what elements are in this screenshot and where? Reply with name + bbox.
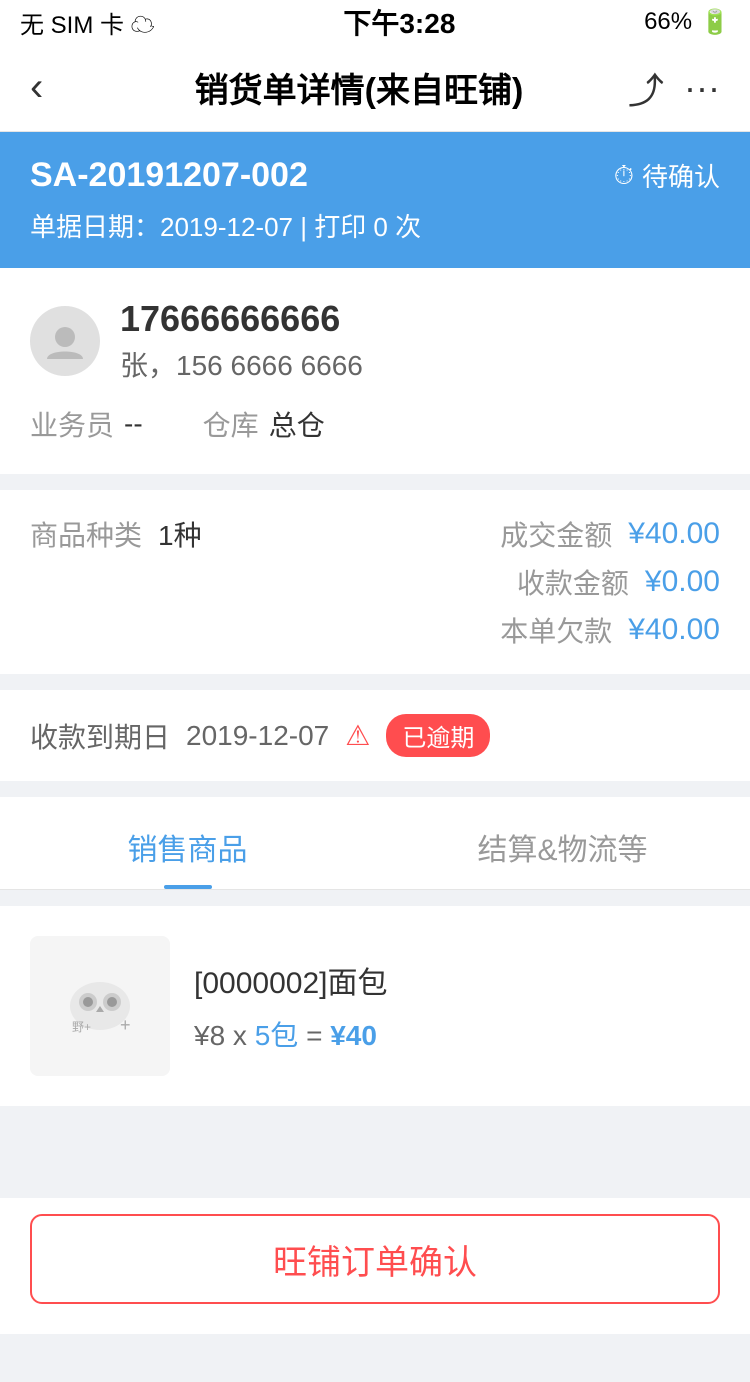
bottom-button-area: 旺铺订单确认 xyxy=(0,1198,750,1334)
sim-signal: 无 SIM 卡 ☁ xyxy=(20,5,155,40)
received-value: ¥0.00 xyxy=(645,565,720,599)
status-bar: 无 SIM 卡 ☁ 下午3:28 66% 🔋 xyxy=(0,0,750,44)
order-status: ⏱ 待确认 xyxy=(614,157,720,194)
order-id: SA-20191207-002 xyxy=(30,156,308,195)
goods-type-value: 1种 xyxy=(158,514,202,554)
warehouse-label: 仓库 xyxy=(203,404,259,444)
salesperson-value: -- xyxy=(124,408,143,440)
status-time: 下午3:28 xyxy=(343,2,455,42)
customer-section: 17666666666 张，156 6666 6666 业务员 -- 仓库 总仓 xyxy=(0,268,750,474)
share-icon[interactable]: ⤴ xyxy=(628,62,664,114)
status-right: 66% 🔋 xyxy=(644,8,730,37)
back-button[interactable]: ‹ xyxy=(30,65,90,110)
overdue-badge: 已逾期 xyxy=(386,714,490,757)
deal-amount-value: ¥40.00 xyxy=(628,517,720,551)
received-amount-row: 收款金额 ¥0.00 xyxy=(517,562,720,602)
equals-sign: = xyxy=(306,1020,322,1051)
tab-sales-goods[interactable]: 销售商品 xyxy=(0,797,375,889)
svg-text:+: + xyxy=(120,1015,131,1035)
warehouse-value: 总仓 xyxy=(269,404,325,444)
deal-amount-row: 成交金额 ¥40.00 xyxy=(500,514,720,554)
status-label: 待确认 xyxy=(642,157,720,194)
order-date: 单据日期：2019-12-07 | 打印 0 次 xyxy=(30,207,720,244)
confirm-order-button[interactable]: 旺铺订单确认 xyxy=(30,1214,720,1304)
goods-type-label: 商品种类 xyxy=(30,514,142,554)
product-price: ¥8 x 5包 = ¥40 xyxy=(194,1014,720,1054)
due-date-label: 收款到期日 xyxy=(30,716,170,756)
salesperson-label: 业务员 xyxy=(30,404,114,444)
customer-name: 张，156 6666 6666 xyxy=(120,344,363,384)
due-date-value: 2019-12-07 xyxy=(186,720,329,752)
product-image: + 野+ xyxy=(30,936,170,1076)
owed-value: ¥40.00 xyxy=(628,613,720,647)
customer-meta: 业务员 -- 仓库 总仓 xyxy=(30,404,720,444)
order-header: SA-20191207-002 ⏱ 待确认 单据日期：2019-12-07 | … xyxy=(0,132,750,268)
owed-amount-row: 本单欠款 ¥40.00 xyxy=(500,610,720,650)
svg-text:野+: 野+ xyxy=(72,1020,91,1034)
tab-settlement[interactable]: 结算&物流等 xyxy=(375,797,750,889)
product-name: [0000002]面包 xyxy=(194,958,720,1002)
page-title: 销货单详情(来自旺铺) xyxy=(195,63,524,112)
received-label: 收款金额 xyxy=(517,562,629,602)
clock-icon: ⏱ xyxy=(614,160,634,192)
status-left: 无 SIM 卡 ☁ xyxy=(20,5,155,40)
more-icon[interactable]: ··· xyxy=(684,67,720,109)
nav-bar: ‹ 销货单详情(来自旺铺) ⤴ ··· xyxy=(0,44,750,132)
battery-level: 66% xyxy=(644,8,692,36)
owed-label: 本单欠款 xyxy=(500,610,612,650)
customer-phone: 17666666666 xyxy=(120,298,363,340)
due-section: 收款到期日 2019-12-07 ⚠ 已逾期 xyxy=(0,690,750,781)
amount-section: 商品种类 1种 成交金额 ¥40.00 收款金额 ¥0.00 本单欠款 ¥40.… xyxy=(0,490,750,674)
deal-amount-label: 成交金额 xyxy=(500,514,612,554)
avatar xyxy=(30,306,100,376)
tabs: 销售商品 结算&物流等 xyxy=(0,797,750,890)
product-info: [0000002]面包 ¥8 x 5包 = ¥40 xyxy=(194,958,720,1054)
product-total: ¥40 xyxy=(330,1020,377,1051)
nav-actions: ⤴ ··· xyxy=(628,62,720,114)
battery-icon: 🔋 xyxy=(700,8,730,37)
product-qty: 5包 xyxy=(255,1020,299,1051)
warning-icon: ⚠ xyxy=(345,719,370,752)
price-text: ¥8 x xyxy=(194,1020,247,1051)
product-item: + 野+ [0000002]面包 ¥8 x 5包 = ¥40 xyxy=(0,906,750,1106)
